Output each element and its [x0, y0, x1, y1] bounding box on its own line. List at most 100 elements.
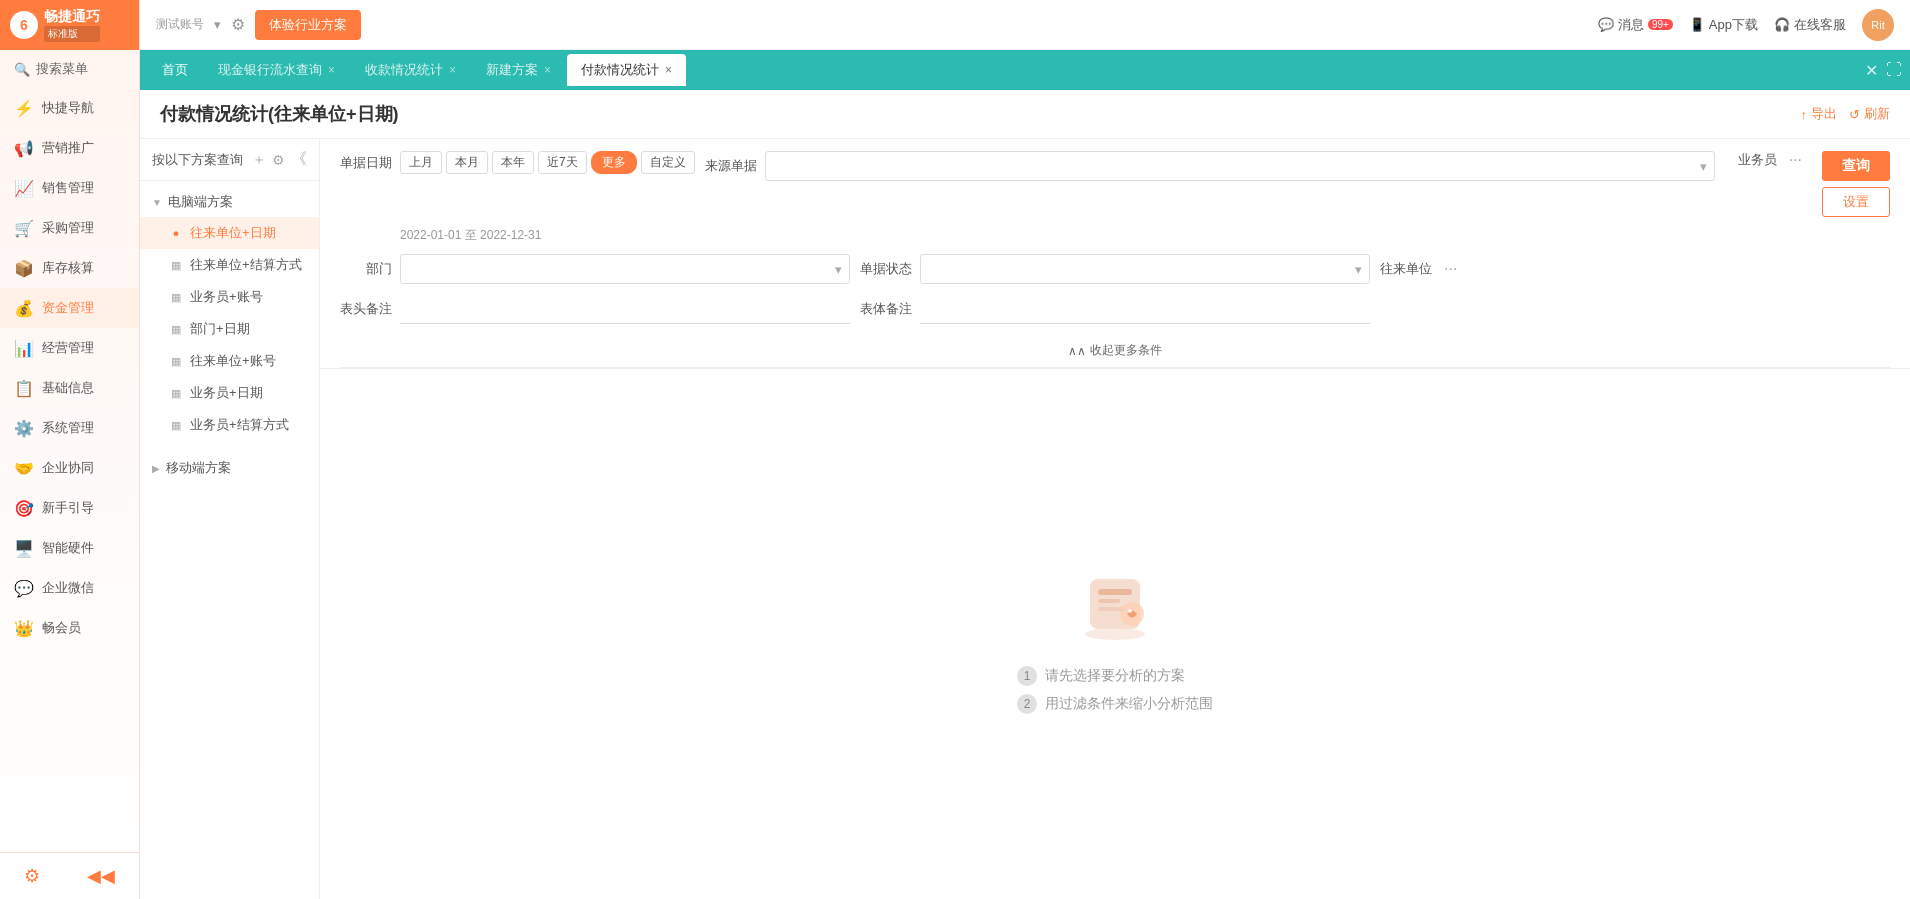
- query-btn[interactable]: 查询: [1822, 151, 1890, 181]
- close-all-tabs-btn[interactable]: ✕: [1865, 61, 1878, 80]
- sidebar-item-purchase[interactable]: 🛒 采购管理: [0, 208, 139, 248]
- date-btn-this-month[interactable]: 本月: [446, 151, 488, 174]
- tab-bank-flow-close[interactable]: ×: [328, 63, 335, 77]
- sidebar-item-corp-wechat[interactable]: 💬 企业微信: [0, 568, 139, 608]
- sidebar-item-smart-hw[interactable]: 🖥️ 智能硬件: [0, 528, 139, 568]
- salesman-dots[interactable]: ···: [1789, 151, 1802, 169]
- corp-collab-label: 企业协同: [42, 459, 94, 477]
- maximize-btn[interactable]: ⛶: [1886, 61, 1902, 79]
- collapse-more-btn[interactable]: ∧∧ 收起更多条件: [340, 334, 1890, 368]
- scheme-collapse-btn[interactable]: 《: [291, 149, 307, 170]
- trial-btn[interactable]: 体验行业方案: [255, 10, 361, 40]
- content-area: 付款情况统计(往来单位+日期) ↑ 导出 ↺ 刷新 按以下方案查询 ＋: [140, 90, 1910, 899]
- collapse-label: 收起更多条件: [1090, 342, 1162, 359]
- app-download-label: App下载: [1709, 16, 1758, 34]
- settings-btn[interactable]: 设置: [1822, 187, 1890, 217]
- operation-icon: 📊: [14, 338, 34, 358]
- tab-home[interactable]: 首页: [148, 54, 202, 86]
- sidebar-item-quick-nav[interactable]: ⚡ 快捷导航: [0, 88, 139, 128]
- tab-payment-stats[interactable]: 付款情况统计 ×: [567, 54, 686, 86]
- tab-payment-stats-close[interactable]: ×: [665, 63, 672, 77]
- scheme-item-salesman-settle[interactable]: ▦ 业务员+结算方式: [140, 409, 319, 441]
- collapse-icon: ∧∧: [1068, 344, 1086, 358]
- scheme-item-partner-settle-label: 往来单位+结算方式: [190, 256, 302, 274]
- scheme-item-partner-date[interactable]: ● 往来单位+日期: [140, 217, 319, 249]
- doc-status-select[interactable]: [920, 254, 1370, 284]
- newcomer-label: 新手引导: [42, 499, 94, 517]
- partner-dots[interactable]: ···: [1444, 260, 1457, 278]
- header-note-input[interactable]: [400, 294, 850, 324]
- tab-collection-stats-close[interactable]: ×: [449, 63, 456, 77]
- search-menu[interactable]: 🔍 搜索菜单: [0, 50, 139, 88]
- body-note-label: 表体备注: [860, 300, 912, 318]
- sidebar-item-sales[interactable]: 📈 销售管理: [0, 168, 139, 208]
- add-scheme-btn[interactable]: ＋: [252, 151, 266, 169]
- topbar-app-download[interactable]: 📱 App下载: [1689, 16, 1758, 34]
- scheme-item-partner-settle[interactable]: ▦ 往来单位+结算方式: [140, 249, 319, 281]
- filter-area: 单据日期 上月 本月 本年 近7天 更多 自定义 来源单据: [320, 139, 1910, 369]
- body-note-input[interactable]: [920, 294, 1370, 324]
- scheme-item-dept-date[interactable]: ▦ 部门+日期: [140, 313, 319, 345]
- scheme-group-desktop-header[interactable]: ▼ 电脑端方案: [140, 187, 319, 217]
- avatar[interactable]: Rit: [1862, 9, 1894, 41]
- scheme-sidebar-label: 按以下方案查询: [152, 151, 243, 169]
- settings-bottom-btn[interactable]: ⚙: [16, 861, 48, 891]
- topbar-message[interactable]: 💬 消息 99+: [1598, 16, 1673, 34]
- scheme-group-mobile-header[interactable]: ▶ 移动端方案: [140, 453, 319, 483]
- topbar-online-service[interactable]: 🎧 在线客服: [1774, 16, 1846, 34]
- sidebar-item-newcomer[interactable]: 🎯 新手引导: [0, 488, 139, 528]
- scheme-item-salesman-date-label: 业务员+日期: [190, 384, 263, 402]
- corp-collab-icon: 🤝: [14, 458, 34, 478]
- tab-new-scheme[interactable]: 新建方案 ×: [472, 54, 565, 86]
- smart-hw-label: 智能硬件: [42, 539, 94, 557]
- scheme-item-partner-account[interactable]: ▦ 往来单位+账号: [140, 345, 319, 377]
- scheme-item-salesman-account-icon: ▦: [168, 289, 184, 305]
- message-icon: 💬: [1598, 17, 1614, 32]
- scheme-item-salesman-account[interactable]: ▦ 业务员+账号: [140, 281, 319, 313]
- tab-new-scheme-close[interactable]: ×: [544, 63, 551, 77]
- topbar-settings-btn[interactable]: ⚙: [231, 15, 245, 34]
- export-btn[interactable]: ↑ 导出: [1801, 105, 1838, 123]
- tab-bank-flow[interactable]: 现金银行流水查询 ×: [204, 54, 349, 86]
- capital-label: 资金管理: [42, 299, 94, 317]
- tab-collection-stats[interactable]: 收款情况统计 ×: [351, 54, 470, 86]
- scheme-item-partner-date-icon: ●: [168, 225, 184, 241]
- sidebar-item-capital[interactable]: 💰 资金管理: [0, 288, 139, 328]
- date-btn-last7[interactable]: 近7天: [538, 151, 587, 174]
- source-select[interactable]: [765, 151, 1715, 181]
- scheme-item-salesman-date[interactable]: ▦ 业务员+日期: [140, 377, 319, 409]
- date-btn-this-year[interactable]: 本年: [492, 151, 534, 174]
- source-select-wrap: ▾: [765, 151, 1715, 181]
- system-label: 系统管理: [42, 419, 94, 437]
- topbar-actions: 💬 消息 99+ 📱 App下载 🎧 在线客服 Rit: [1598, 9, 1894, 41]
- sidebar-item-marketing[interactable]: 📢 营销推广: [0, 128, 139, 168]
- date-btn-last-month[interactable]: 上月: [400, 151, 442, 174]
- scheme-group-desktop: ▼ 电脑端方案 ● 往来单位+日期 ▦ 往来单位+结算方式 ▦ 业务员+账号: [140, 181, 319, 447]
- sidebar-item-corp-collab[interactable]: 🤝 企业协同: [0, 448, 139, 488]
- corp-wechat-label: 企业微信: [42, 579, 94, 597]
- quick-nav-label: 快捷导航: [42, 99, 94, 117]
- scheme-item-partner-date-label: 往来单位+日期: [190, 224, 276, 242]
- sidebar-item-vip[interactable]: 👑 畅会员: [0, 608, 139, 648]
- search-label: 搜索菜单: [36, 60, 88, 78]
- sidebar-nav: ⚡ 快捷导航 📢 营销推广 📈 销售管理 🛒 采购管理 📦 库存核算 💰 资金管…: [0, 88, 139, 852]
- main-content: 单据日期 上月 本月 本年 近7天 更多 自定义 来源单据: [320, 139, 1910, 899]
- collapse-sidebar-btn[interactable]: ◀◀: [79, 861, 123, 891]
- sidebar-item-operation[interactable]: 📊 经营管理: [0, 328, 139, 368]
- dept-select[interactable]: [400, 254, 850, 284]
- scheme-settings-btn[interactable]: ⚙: [272, 152, 285, 168]
- topbar-dropdown-icon[interactable]: ▾: [214, 17, 221, 32]
- empty-hints: 1 请先选择要分析的方案 2 用过滤条件来缩小分析范围: [1017, 666, 1213, 714]
- sidebar-item-system[interactable]: ⚙️ 系统管理: [0, 408, 139, 448]
- date-btn-custom[interactable]: 自定义: [641, 151, 695, 174]
- refresh-btn[interactable]: ↺ 刷新: [1849, 105, 1890, 123]
- svg-rect-2: [1098, 589, 1132, 595]
- date-btn-more[interactable]: 更多: [591, 151, 637, 174]
- sidebar-logo: 6 畅捷通巧 标准版: [0, 0, 139, 50]
- dept-label: 部门: [340, 260, 392, 278]
- sidebar-item-basic-info[interactable]: 📋 基础信息: [0, 368, 139, 408]
- date-range-display: 2022-01-01 至 2022-12-31: [400, 227, 541, 244]
- inventory-icon: 📦: [14, 258, 34, 278]
- sidebar-item-inventory[interactable]: 📦 库存核算: [0, 248, 139, 288]
- purchase-icon: 🛒: [14, 218, 34, 238]
